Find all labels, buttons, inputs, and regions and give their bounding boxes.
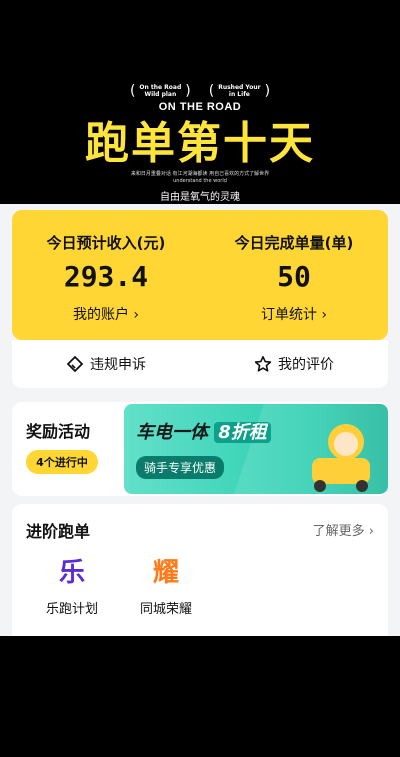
banner-title-part2: 8折租 (214, 422, 271, 443)
orders-label: 今日完成单量(单) (234, 234, 354, 252)
paren-right-icon: ) (264, 83, 271, 99)
banner-subtitle: 骑手专享优惠 (136, 456, 225, 479)
tag-left: ( On the Road Wild plan ) (130, 84, 191, 98)
tiny-caption-1: 来和日月重叠对话 有江河湖海都读 用自己喜欢的方式了解世界 (130, 171, 270, 177)
rewards-count-badge: 4个进行中 (26, 450, 98, 474)
paren-left-icon: ( (129, 83, 136, 99)
bottom-black-area (0, 636, 400, 757)
my-account-link[interactable]: 我的账户 › (12, 304, 200, 324)
income-value: 293.4 (63, 260, 149, 293)
le-icon: 乐 (58, 558, 85, 588)
my-account-label: 我的账户 (72, 307, 129, 323)
appeal-icon (66, 355, 84, 373)
order-stats-link[interactable]: 订单统计 › (200, 304, 388, 324)
star-icon (254, 356, 272, 372)
le-run-plan-label: 乐跑计划 (45, 602, 98, 617)
video-title: 跑单第十天 (85, 118, 315, 169)
actions-bar: 违规申诉 我的评价 (12, 340, 388, 388)
tag-right: ( Rushed Your in Life ) (209, 84, 270, 98)
tag-right-text: Rushed Your in Life (218, 84, 261, 98)
order-stats-label: 订单统计 (260, 307, 317, 323)
le-run-plan-item[interactable]: 乐 乐跑计划 (26, 558, 118, 617)
banner-title-part1: 车电一体 (136, 422, 208, 443)
video-title-overlay: ( On the Road Wild plan ) ( Rushed Your … (0, 0, 400, 204)
tiny-caption-2: understand the world (173, 178, 227, 184)
learn-more-link[interactable]: 了解更多 › (313, 520, 374, 539)
city-glory-label: 同城荣耀 (139, 602, 192, 617)
my-rating-button[interactable]: 我的评价 (200, 340, 388, 388)
city-glory-item[interactable]: 耀 同城荣耀 (120, 558, 212, 617)
video-subtitle: 自由是氧气的灵魂 (160, 192, 240, 203)
rewards-title: 奖励活动 (26, 422, 91, 441)
my-rating-label: 我的评价 (278, 357, 334, 373)
advanced-title: 进阶跑单 (26, 522, 91, 541)
chevron-right-icon: › (368, 524, 374, 539)
app-panel: 今日预计收入(元) 293.4 我的账户 › 今日完成单量(单) 50 订单统计… (0, 204, 400, 636)
earnings-card: 今日预计收入(元) 293.4 我的账户 › 今日完成单量(单) 50 订单统计… (12, 210, 388, 340)
income-stat: 今日预计收入(元) 293.4 我的账户 › (12, 210, 200, 340)
appeal-label: 违规申诉 (90, 357, 146, 373)
income-label: 今日预计收入(元) (46, 234, 166, 252)
title-tags: ( On the Road Wild plan ) ( Rushed Your … (0, 84, 400, 98)
banner-title: 车电一体 8折租 (136, 418, 271, 444)
tag-left-text: On the Road Wild plan (139, 84, 182, 98)
chevron-right-icon: › (133, 307, 140, 323)
promo-banner[interactable]: 车电一体 8折租 骑手专享优惠 (124, 404, 388, 494)
orders-stat: 今日完成单量(单) 50 订单统计 › (200, 210, 388, 340)
rewards-card[interactable]: 奖励活动 4个进行中 车电一体 8折租 骑手专享优惠 (12, 402, 388, 496)
advanced-card: 进阶跑单 了解更多 › 乐 乐跑计划 耀 同城荣耀 (12, 504, 388, 636)
learn-more-label: 了解更多 (312, 524, 365, 539)
paren-left-icon: ( (208, 83, 215, 99)
on-the-road-text: ON THE ROAD (158, 101, 242, 113)
yao-icon: 耀 (152, 558, 179, 588)
orders-value: 50 (277, 260, 311, 293)
appeal-button[interactable]: 违规申诉 (12, 340, 200, 388)
chevron-right-icon: › (321, 307, 328, 323)
paren-right-icon: ) (185, 83, 191, 99)
